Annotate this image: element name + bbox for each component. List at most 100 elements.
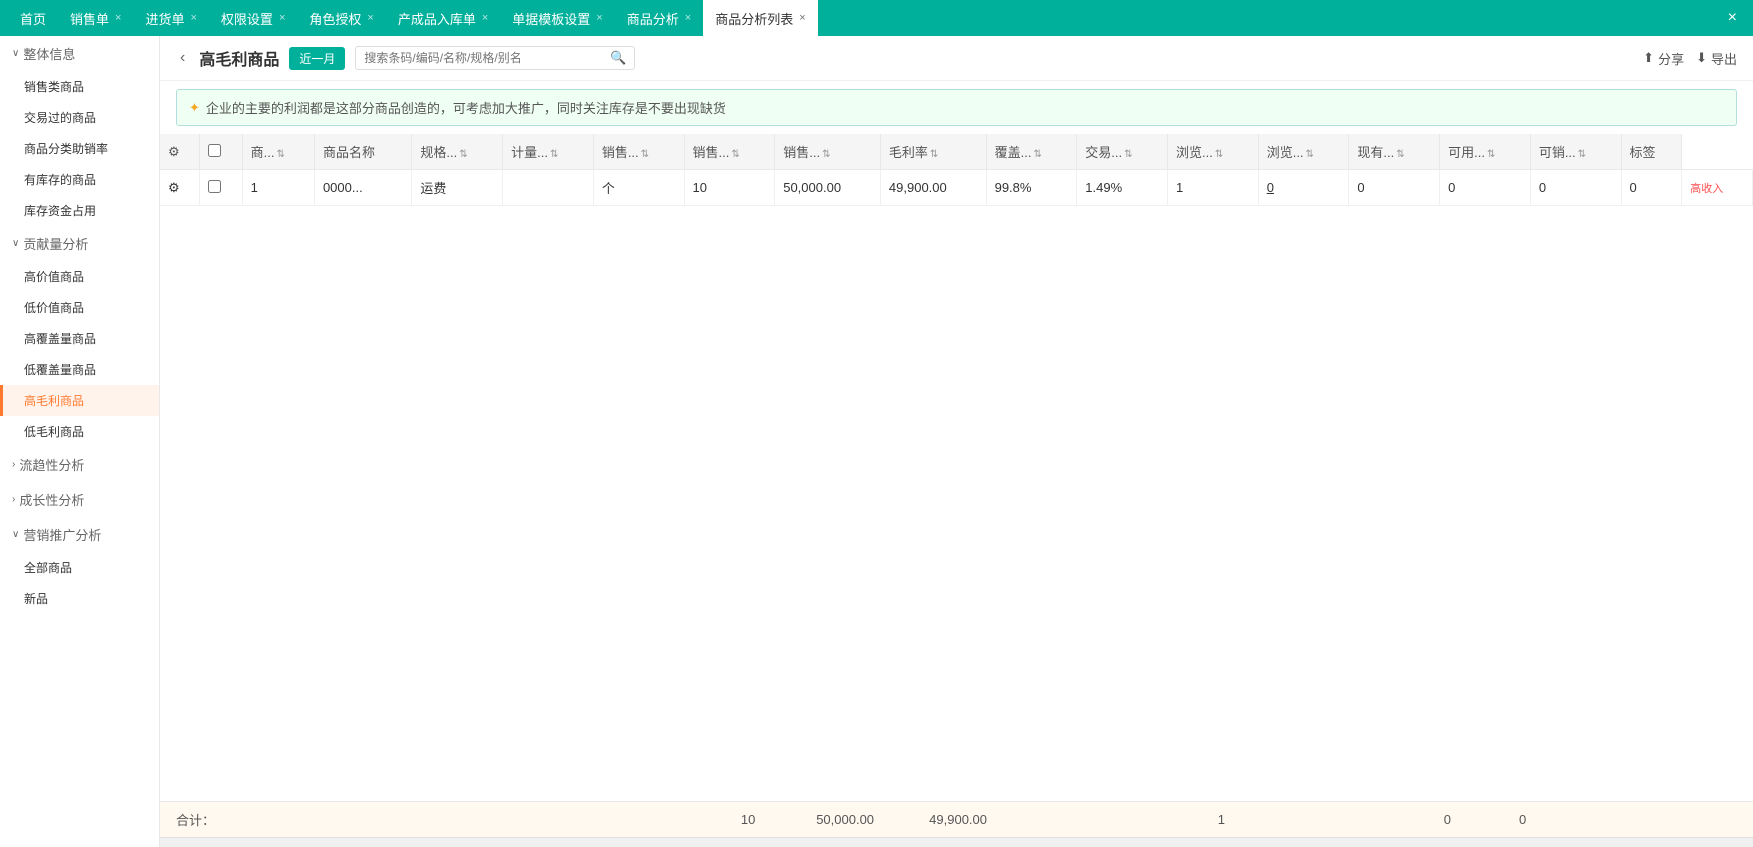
footer-cell-0 — [256, 812, 306, 827]
nav-item-商品分析列表[interactable]: 商品分析列表× — [703, 0, 817, 36]
sort-icon: ⇅ — [1396, 149, 1404, 160]
col-header-view1[interactable]: 浏览...⇅ — [1168, 134, 1259, 170]
cell-sellable: 0 — [1621, 170, 1682, 206]
content-area: ‹ 高毛利商品 近一月 🔍 ⬆ 分享 ⬇ 导出 ✦ 企业的主要的利润都是这部 — [160, 36, 1753, 847]
scrollbar[interactable] — [160, 837, 1753, 847]
col-header-trade[interactable]: 交易...⇅ — [1077, 134, 1168, 170]
sidebar-group-4[interactable]: ∨营销推广分析 — [0, 517, 159, 552]
sidebar-group-label: 流趋性分析 — [19, 455, 84, 474]
row-settings[interactable]: ⚙ — [160, 170, 200, 206]
cell-unit: 个 — [593, 170, 684, 206]
nav-close-icon[interactable]: × — [685, 12, 691, 24]
search-icon[interactable]: 🔍 — [610, 50, 626, 66]
sidebar-item-高覆盖量商品[interactable]: 高覆盖量商品 — [0, 323, 159, 354]
export-button[interactable]: ⬇ 导出 — [1696, 49, 1737, 68]
nav-item-单据模板设置[interactable]: 单据模板设置× — [500, 0, 614, 36]
sort-icon: ⇅ — [550, 149, 558, 160]
sidebar-item-低价值商品[interactable]: 低价值商品 — [0, 292, 159, 323]
sidebar-item-交易过的商品[interactable]: 交易过的商品 — [0, 102, 159, 133]
chevron-icon: › — [12, 494, 15, 505]
nav-close-icon[interactable]: × — [596, 12, 602, 24]
sidebar-group-0[interactable]: ∨整体信息 — [0, 36, 159, 71]
nav-item-进货单[interactable]: 进货单× — [133, 0, 208, 36]
col-header-unit[interactable]: 计量...⇅ — [503, 134, 594, 170]
sidebar-item-销售类商品[interactable]: 销售类商品 — [0, 71, 159, 102]
nav-close-icon[interactable]: × — [279, 12, 285, 24]
tip-icon: ✦ — [189, 100, 200, 116]
content-header: ‹ 高毛利商品 近一月 🔍 ⬆ 分享 ⬇ 导出 — [160, 36, 1753, 81]
sort-icon: ⇅ — [1033, 149, 1041, 160]
col-header-view2[interactable]: 浏览...⇅ — [1258, 134, 1349, 170]
col-header-grossRate[interactable]: 毛利率⇅ — [880, 134, 986, 170]
period-button[interactable]: 近一月 — [289, 47, 345, 70]
footer-cell-8: 49,900.00 — [921, 812, 1034, 827]
nav-item-角色授权[interactable]: 角色授权× — [297, 0, 385, 36]
sidebar-group-label: 营销推广分析 — [23, 525, 101, 544]
sidebar-group-label: 整体信息 — [23, 44, 75, 63]
sidebar-item-高毛利商品[interactable]: 高毛利商品 — [0, 385, 159, 416]
nav-close-icon[interactable]: × — [799, 12, 805, 24]
sidebar-item-库存资金占用[interactable]: 库存资金占用 — [0, 195, 159, 226]
tip-bar: ✦ 企业的主要的利润都是这部分商品创造的，可考虑加大推广，同时关注库存是不要出现… — [176, 89, 1737, 126]
table-wrapper: ⚙商...⇅商品名称规格...⇅计量...⇅销售...⇅销售...⇅销售...⇅… — [160, 134, 1753, 801]
sidebar-collapse-button[interactable]: ‹ — [176, 49, 189, 67]
footer-cell-6: 10 — [733, 812, 808, 827]
cell-view1[interactable]: 0 — [1258, 170, 1349, 206]
header-actions: ⬆ 分享 ⬇ 导出 — [1643, 49, 1737, 68]
col-header-saleAmount[interactable]: 销售...⇅ — [684, 134, 775, 170]
col-header-checkbox — [200, 134, 242, 170]
sidebar-item-低覆盖量商品[interactable]: 低覆盖量商品 — [0, 354, 159, 385]
nav-item-商品分析[interactable]: 商品分析× — [615, 0, 703, 36]
nav-item-首页[interactable]: 首页 — [8, 0, 58, 36]
sort-icon: ⇅ — [731, 149, 739, 160]
cell-current: 0 — [1440, 170, 1531, 206]
sidebar-group-3[interactable]: › 成长性分析 — [0, 482, 159, 517]
cell-coverage: 1.49% — [1077, 170, 1168, 206]
sidebar-item-有库存的商品[interactable]: 有库存的商品 — [0, 164, 159, 195]
search-box: 🔍 — [355, 46, 635, 70]
select-all-checkbox[interactable] — [208, 144, 221, 157]
col-header-coverage[interactable]: 覆盖...⇅ — [986, 134, 1077, 170]
cell-saleAmount: 50,000.00 — [775, 170, 881, 206]
cell-saleQty: 10 — [684, 170, 775, 206]
nav-item-权限设置[interactable]: 权限设置× — [209, 0, 297, 36]
cell-available: 0 — [1530, 170, 1621, 206]
tip-text: 企业的主要的利润都是这部分商品创造的，可考虑加大推广，同时关注库存是不要出现缺货 — [206, 98, 726, 117]
footer-cell-14: 0 — [1436, 812, 1511, 827]
nav-close-icon[interactable]: × — [190, 12, 196, 24]
footer-cell-4 — [582, 812, 657, 827]
search-input[interactable] — [364, 51, 610, 65]
col-header-current[interactable]: 现有...⇅ — [1349, 134, 1440, 170]
row-checkbox[interactable] — [208, 180, 221, 193]
col-header-spec[interactable]: 规格...⇅ — [412, 134, 503, 170]
close-all-button[interactable]: × — [1720, 9, 1745, 27]
share-button[interactable]: ⬆ 分享 — [1643, 49, 1684, 68]
sidebar-group-1[interactable]: ∨贡献量分析 — [0, 226, 159, 261]
nav-close-icon[interactable]: × — [482, 12, 488, 24]
col-header-code[interactable]: 商...⇅ — [242, 134, 314, 170]
footer-cell-17 — [1662, 812, 1737, 827]
nav-close-icon[interactable]: × — [367, 12, 373, 24]
nav-item-产成品入库单[interactable]: 产成品入库单× — [386, 0, 500, 36]
sidebar-group-label: 成长性分析 — [19, 490, 84, 509]
footer-cell-11: 1 — [1210, 812, 1285, 827]
sidebar-item-商品分类助销率[interactable]: 商品分类助销率 — [0, 133, 159, 164]
col-header-available[interactable]: 可用...⇅ — [1440, 134, 1531, 170]
cell-tag: 高收入 — [1682, 170, 1753, 206]
cell-view2: 0 — [1349, 170, 1440, 206]
sort-icon: ⇅ — [641, 149, 649, 160]
nav-close-icon[interactable]: × — [115, 12, 121, 24]
sidebar-item-高价值商品[interactable]: 高价值商品 — [0, 261, 159, 292]
sidebar-group-2[interactable]: ›流趋性分析 — [0, 447, 159, 482]
sidebar-item-低毛利商品[interactable]: 低毛利商品 — [0, 416, 159, 447]
nav-item-销售单[interactable]: 销售单× — [58, 0, 133, 36]
cell-code: 0000... — [314, 170, 411, 206]
col-header-saleProfit[interactable]: 销售...⇅ — [775, 134, 881, 170]
footer-total: 合计： 1050,000.0049,900.00100 — [160, 801, 1753, 837]
col-header-saleQty[interactable]: 销售...⇅ — [593, 134, 684, 170]
sort-icon: ⇅ — [822, 149, 830, 160]
sidebar-item-新品[interactable]: 新品 — [0, 583, 159, 614]
sidebar-item-全部商品[interactable]: 全部商品 — [0, 552, 159, 583]
col-header-sellable[interactable]: 可销...⇅ — [1530, 134, 1621, 170]
sort-icon: ⇅ — [459, 149, 467, 160]
